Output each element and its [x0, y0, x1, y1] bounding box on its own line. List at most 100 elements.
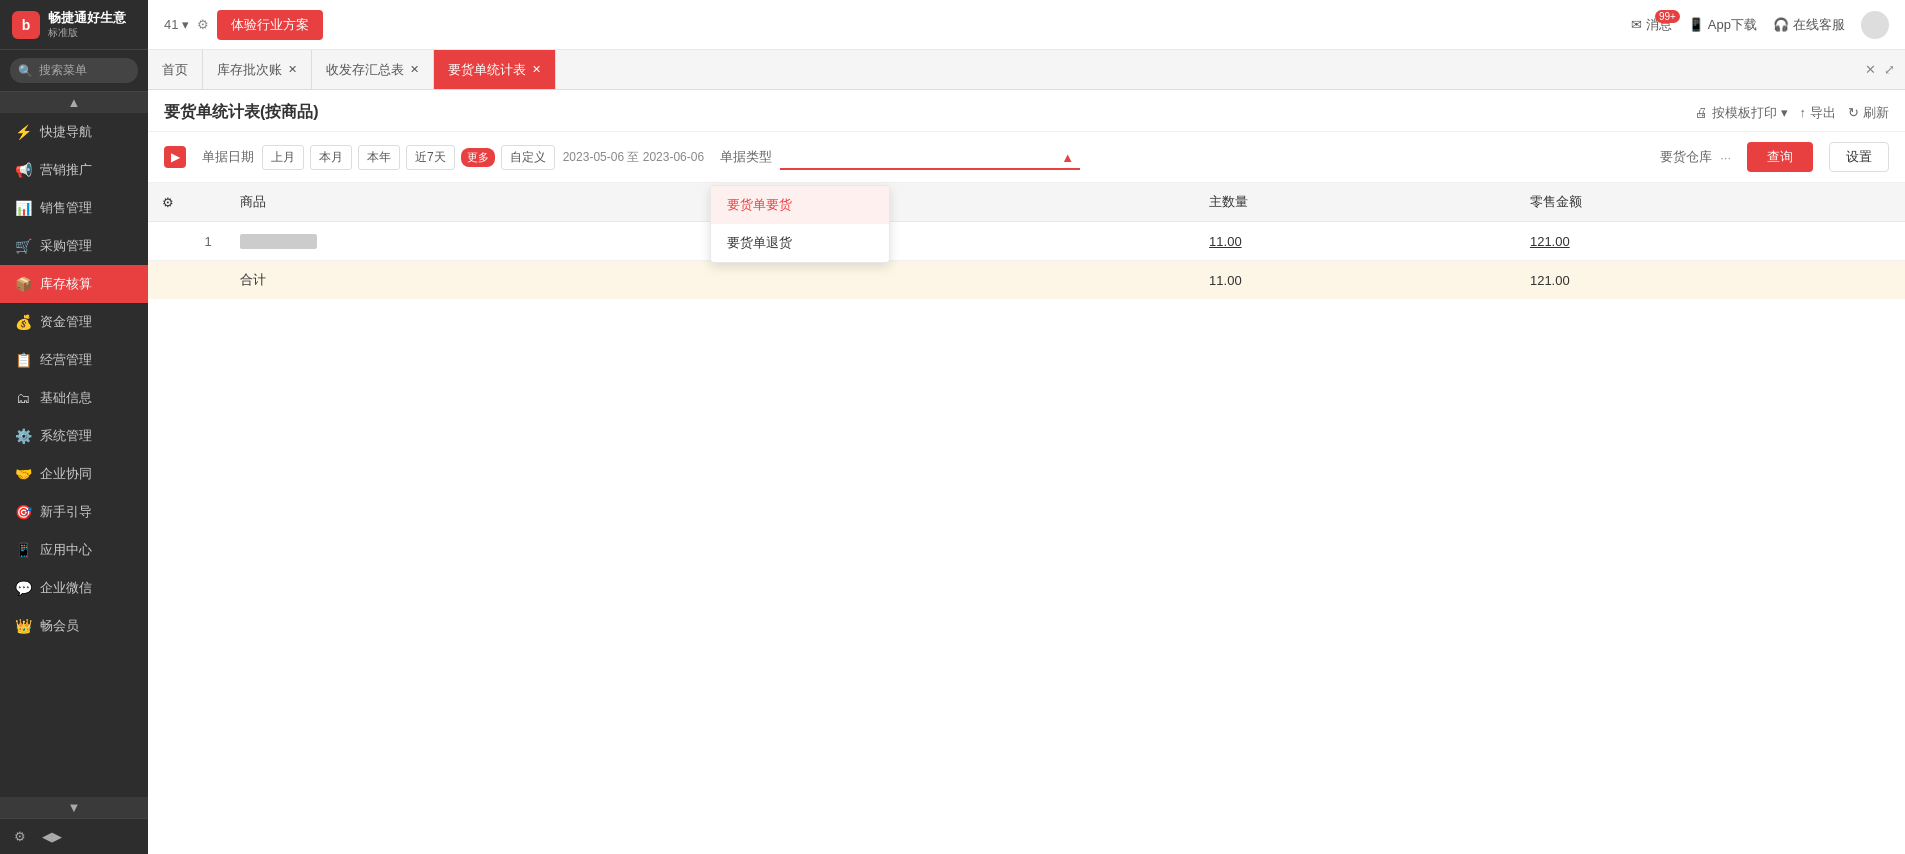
sidebar-item-vip[interactable]: 👑 畅会员 [0, 607, 148, 645]
main-content: 41 ▾ ⚙ 体验行业方案 ✉ 消息 99+ 📱 App下载 🎧 在线客服 [148, 0, 1905, 854]
settings-col-header[interactable]: ⚙ [148, 183, 188, 222]
date-btn-this-year[interactable]: 本年 [358, 145, 400, 170]
tab-close-icon[interactable]: ✕ [288, 63, 297, 76]
warehouse-filter-label: 要货仓库 [1660, 148, 1712, 166]
sidebar: b 畅捷通好生意 标准版 🔍 搜索菜单 ▲ ⚡ 快捷导航 📢 营销推广 📊 销售… [0, 0, 148, 854]
table-row: 1 ████ ████ 块 11.00 121.00 [148, 222, 1905, 261]
company-selector[interactable]: 41 ▾ [164, 17, 189, 32]
data-table: ⚙ 商品 主计量单位 主数量 零售金额 1 ████ ████ [148, 183, 1905, 299]
topbar-left: 41 ▾ ⚙ 体验行业方案 [164, 10, 1619, 40]
quick-nav-icon: ⚡ [14, 123, 32, 141]
date-btn-last-month[interactable]: 上月 [262, 145, 304, 170]
date-filter-group: 单据日期 上月 本月 本年 近7天 更多 自定义 2023-05-06 至 20… [202, 145, 704, 170]
app-center-icon: 📱 [14, 541, 32, 559]
tab-label: 收发存汇总表 [326, 61, 404, 79]
search-menu-button[interactable]: 🔍 搜索菜单 [10, 58, 138, 83]
product-name: ████ ████ [240, 234, 317, 249]
sales-icon: 📊 [14, 199, 32, 217]
dropdown-item-order-goods[interactable]: 要货单要货 [711, 186, 889, 224]
amount-cell: 121.00 [1518, 222, 1905, 261]
close-tab-button[interactable]: ✕ [1865, 62, 1876, 77]
type-input-wrap: ▲ [780, 145, 1080, 170]
sidebar-item-enterprise[interactable]: 🤝 企业协同 [0, 455, 148, 493]
scroll-up-button[interactable]: ▲ [0, 92, 148, 113]
sidebar-item-wechat[interactable]: 💬 企业微信 [0, 569, 148, 607]
sidebar-item-basic-info[interactable]: 🗂 基础信息 [0, 379, 148, 417]
sidebar-item-label: 新手引导 [40, 503, 92, 521]
type-filter-input[interactable] [780, 145, 1080, 170]
warehouse-dots-icon: ··· [1720, 150, 1731, 165]
tab-inventory-batch[interactable]: 库存批次账 ✕ [203, 50, 312, 89]
messages-button[interactable]: ✉ 消息 99+ [1631, 16, 1672, 34]
tab-close-icon[interactable]: ✕ [410, 63, 419, 76]
tab-receivable-summary[interactable]: 收发存汇总表 ✕ [312, 50, 434, 89]
settings-footer-icon[interactable]: ⚙ [14, 829, 26, 844]
date-btn-custom[interactable]: 自定义 [501, 145, 555, 170]
online-service-button[interactable]: 🎧 在线客服 [1773, 16, 1845, 34]
query-button[interactable]: 查询 [1747, 142, 1813, 172]
tab-label: 首页 [162, 61, 188, 79]
sidebar-item-inventory[interactable]: 📦 库存核算 [0, 265, 148, 303]
sidebar-item-marketing[interactable]: 📢 营销推广 [0, 151, 148, 189]
sidebar-item-sales[interactable]: 📊 销售管理 [0, 189, 148, 227]
scroll-down-button[interactable]: ▼ [0, 797, 148, 818]
guide-icon: 🎯 [14, 503, 32, 521]
operations-icon: 📋 [14, 351, 32, 369]
tab-order-summary[interactable]: 要货单统计表 ✕ [434, 50, 556, 89]
sidebar-item-operations[interactable]: 📋 经营管理 [0, 341, 148, 379]
sidebar-item-app-center[interactable]: 📱 应用中心 [0, 531, 148, 569]
footer-label-cell: 合计 [228, 261, 744, 300]
topbar-settings-icon[interactable]: ⚙ [197, 17, 209, 32]
sidebar-item-guide[interactable]: 🎯 新手引导 [0, 493, 148, 531]
gear-icon[interactable]: ⚙ [162, 195, 174, 210]
filter-expand-button[interactable]: ▶ [164, 146, 186, 168]
date-shortcuts: 上月 本月 本年 近7天 更多 自定义 [262, 145, 555, 170]
footer-empty-1 [148, 261, 188, 300]
user-avatar[interactable] [1861, 11, 1889, 39]
export-label: 导出 [1810, 104, 1836, 122]
refresh-button[interactable]: ↻ 刷新 [1848, 104, 1889, 122]
vip-icon: 👑 [14, 617, 32, 635]
dropdown-item-label: 要货单退货 [727, 235, 792, 250]
date-btn-this-month[interactable]: 本月 [310, 145, 352, 170]
maximize-tab-button[interactable]: ⤢ [1884, 62, 1895, 77]
dropdown-item-label: 要货单要货 [727, 197, 792, 212]
sidebar-item-label: 畅会员 [40, 617, 79, 635]
topbar: 41 ▾ ⚙ 体验行业方案 ✉ 消息 99+ 📱 App下载 🎧 在线客服 [148, 0, 1905, 50]
sidebar-item-label: 应用中心 [40, 541, 92, 559]
collapse-sidebar-button[interactable]: ◀▶ [42, 829, 62, 844]
tab-home[interactable]: 首页 [148, 50, 203, 89]
page-title: 要货单统计表(按商品) [164, 102, 319, 123]
amount-col-header: 零售金额 [1518, 183, 1905, 222]
table-wrap: ⚙ 商品 主计量单位 主数量 零售金额 1 ████ ████ [148, 183, 1905, 854]
table-header-row: ⚙ 商品 主计量单位 主数量 零售金额 [148, 183, 1905, 222]
logo-icon: b [12, 11, 40, 39]
app-download-button[interactable]: 📱 App下载 [1688, 16, 1757, 34]
footer-unit-cell [744, 261, 1197, 300]
quantity-col-header: 主数量 [1197, 183, 1518, 222]
amount-value[interactable]: 121.00 [1530, 234, 1570, 249]
sidebar-item-purchase[interactable]: 🛒 采购管理 [0, 227, 148, 265]
quantity-value[interactable]: 11.00 [1209, 234, 1242, 249]
date-range-display: 2023-05-06 至 2023-06-06 [563, 149, 704, 166]
table-footer-row: 合计 11.00 121.00 [148, 261, 1905, 300]
sidebar-item-system[interactable]: ⚙️ 系统管理 [0, 417, 148, 455]
type-dropdown-up-icon[interactable]: ▲ [1061, 150, 1074, 165]
sidebar-item-label: 企业协同 [40, 465, 92, 483]
sidebar-nav: ⚡ 快捷导航 📢 营销推广 📊 销售管理 🛒 采购管理 📦 库存核算 💰 资金管… [0, 113, 148, 797]
settings-button[interactable]: 设置 [1829, 142, 1889, 172]
tab-close-icon[interactable]: ✕ [532, 63, 541, 76]
date-btn-7-days[interactable]: 近7天 [406, 145, 455, 170]
trial-btn[interactable]: 体验行业方案 [217, 10, 323, 40]
dropdown-item-order-return[interactable]: 要货单退货 [711, 224, 889, 262]
sidebar-item-quick-nav[interactable]: ⚡ 快捷导航 [0, 113, 148, 151]
tabs-bar: 首页 库存批次账 ✕ 收发存汇总表 ✕ 要货单统计表 ✕ ✕ ⤢ [148, 50, 1905, 90]
messages-badge: 99+ [1655, 10, 1680, 23]
export-button[interactable]: ↑ 导出 [1800, 104, 1837, 122]
company-dropdown-icon: ▾ [182, 17, 189, 32]
wechat-icon: 💬 [14, 579, 32, 597]
print-button[interactable]: 🖨 按模板打印 ▾ [1695, 104, 1788, 122]
sidebar-item-finance[interactable]: 💰 资金管理 [0, 303, 148, 341]
row-settings-cell [148, 222, 188, 261]
inventory-icon: 📦 [14, 275, 32, 293]
